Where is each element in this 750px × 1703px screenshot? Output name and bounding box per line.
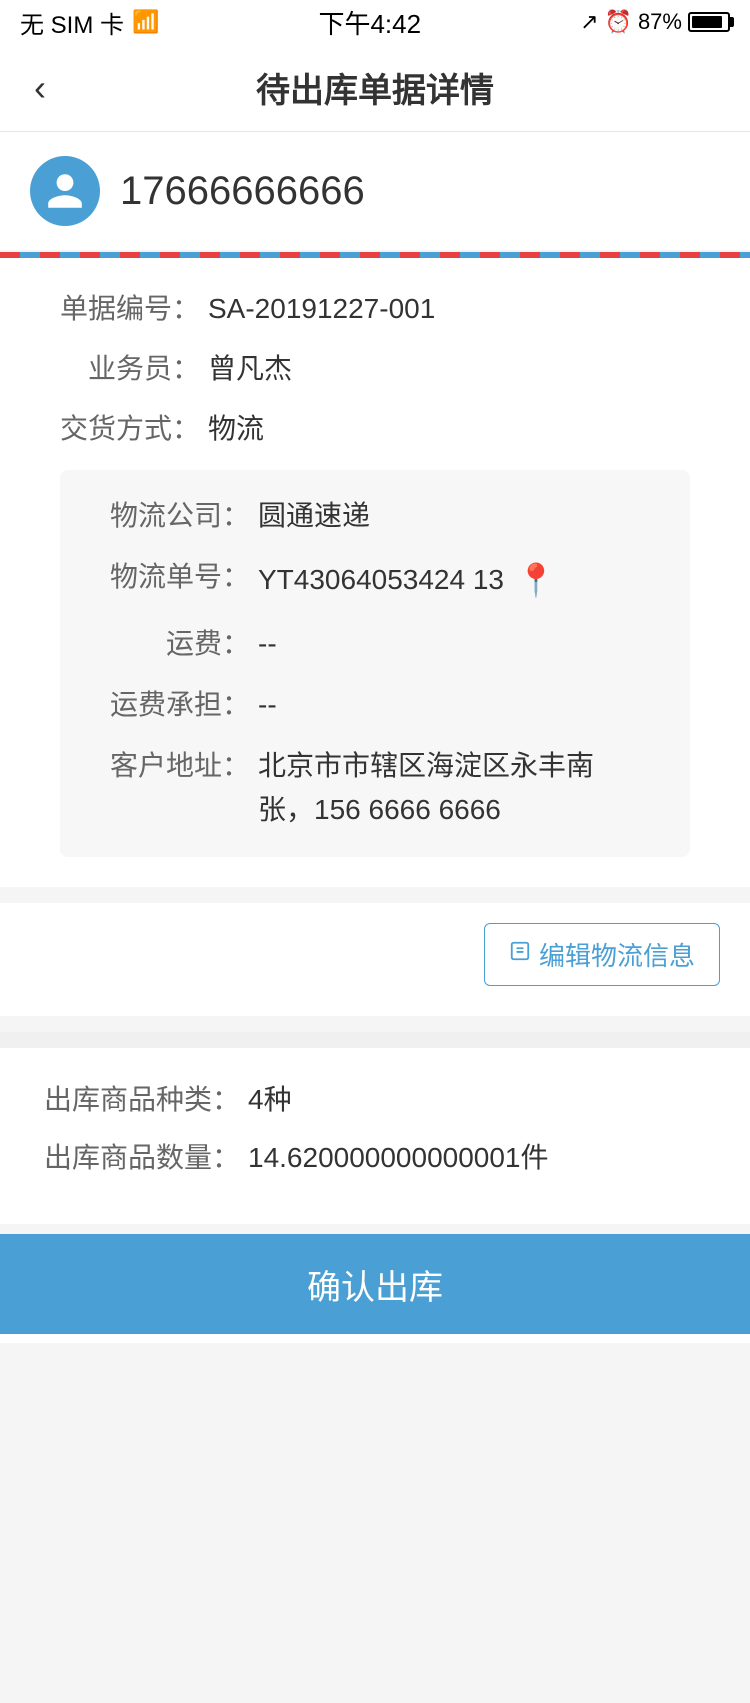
goods-type-row: 出库商品种类： 4种 <box>40 1078 710 1118</box>
address-value: 北京市市辖区海淀区永丰南 张，156 6666 6666 <box>258 744 660 834</box>
battery-percent: 87% <box>638 9 682 35</box>
salesman-value: 曾凡杰 <box>208 348 710 390</box>
salesman-label: 业务员： <box>40 348 200 390</box>
status-left: 无 SIM 卡 📶 <box>20 5 159 40</box>
logistics-company-label: 物流公司： <box>90 494 250 539</box>
carrier-text: 无 SIM 卡 <box>20 5 124 40</box>
freight-value: -- <box>258 622 660 667</box>
tracking-location-icon[interactable]: 📍 <box>516 555 556 606</box>
delivery-label: 交货方式： <box>40 408 200 450</box>
order-number-row: 单据编号： SA-20191227-001 <box>40 288 710 330</box>
address-label: 客户地址： <box>90 744 250 789</box>
bottom-bar: 确认出库 <box>0 1234 750 1334</box>
goods-type-label: 出库商品种类： <box>40 1078 240 1118</box>
nav-title: 待出库单据详情 <box>256 63 494 112</box>
logistics-tracking-row: 物流单号： YT43064053424 13 📍 <box>90 555 660 606</box>
delivery-value: 物流 <box>208 408 710 450</box>
logistics-company-row: 物流公司： 圆通速递 <box>90 494 660 539</box>
address-row: 客户地址： 北京市市辖区海淀区永丰南 张，156 6666 6666 <box>90 744 660 834</box>
logistics-card: 物流公司： 圆通速递 物流单号： YT43064053424 13 📍 运费： … <box>60 470 690 857</box>
delivery-row: 交货方式： 物流 <box>40 408 710 450</box>
edit-logistics-row: 编辑物流信息 <box>0 903 750 1016</box>
order-info-section: 单据编号： SA-20191227-001 业务员： 曾凡杰 交货方式： 物流 … <box>0 258 750 887</box>
battery-icon <box>688 12 730 32</box>
status-bar: 无 SIM 卡 📶 下午4:42 ↗ ⏰ 87% <box>0 0 750 44</box>
confirm-outbound-button[interactable]: 确认出库 <box>307 1260 443 1309</box>
user-phone: 17666666666 <box>120 169 365 214</box>
status-time: 下午4:42 <box>318 4 421 41</box>
goods-type-value: 4种 <box>248 1078 292 1118</box>
edit-logistics-button[interactable]: 编辑物流信息 <box>484 923 720 986</box>
logistics-company-value: 圆通速递 <box>258 494 660 539</box>
freight-row: 运费： -- <box>90 622 660 667</box>
logistics-tracking-value: YT43064053424 13 📍 <box>258 555 660 606</box>
freight-bearer-label: 运费承担： <box>90 683 250 728</box>
freight-label: 运费： <box>90 622 250 667</box>
status-right: ↗ ⏰ 87% <box>580 9 730 35</box>
freight-bearer-value: -- <box>258 683 660 728</box>
goods-quantity-label: 出库商品数量： <box>40 1136 240 1176</box>
alarm-icon: ⏰ <box>605 9 632 35</box>
logistics-tracking-label: 物流单号： <box>90 555 250 600</box>
nav-bar: ‹ 待出库单据详情 <box>0 44 750 132</box>
goods-quantity-row: 出库商品数量： 14.620000000000001件 <box>40 1136 710 1176</box>
order-number-value: SA-20191227-001 <box>208 288 710 330</box>
salesman-row: 业务员： 曾凡杰 <box>40 348 710 390</box>
edit-logistics-label: 编辑物流信息 <box>539 936 695 973</box>
edit-icon <box>509 940 531 969</box>
gray-divider-1 <box>0 1032 750 1048</box>
goods-quantity-value: 14.620000000000001件 <box>248 1136 549 1176</box>
user-header: 17666666666 <box>0 132 750 250</box>
empty-space <box>0 1343 750 1603</box>
user-icon <box>44 170 86 212</box>
back-button[interactable]: ‹ <box>24 57 56 119</box>
wifi-icon: 📶 <box>132 9 159 35</box>
order-number-label: 单据编号： <box>40 288 200 330</box>
freight-bearer-row: 运费承担： -- <box>90 683 660 728</box>
goods-section: 出库商品种类： 4种 出库商品数量： 14.620000000000001件 <box>0 1048 750 1224</box>
avatar <box>30 156 100 226</box>
location-icon: ↗ <box>580 9 598 35</box>
